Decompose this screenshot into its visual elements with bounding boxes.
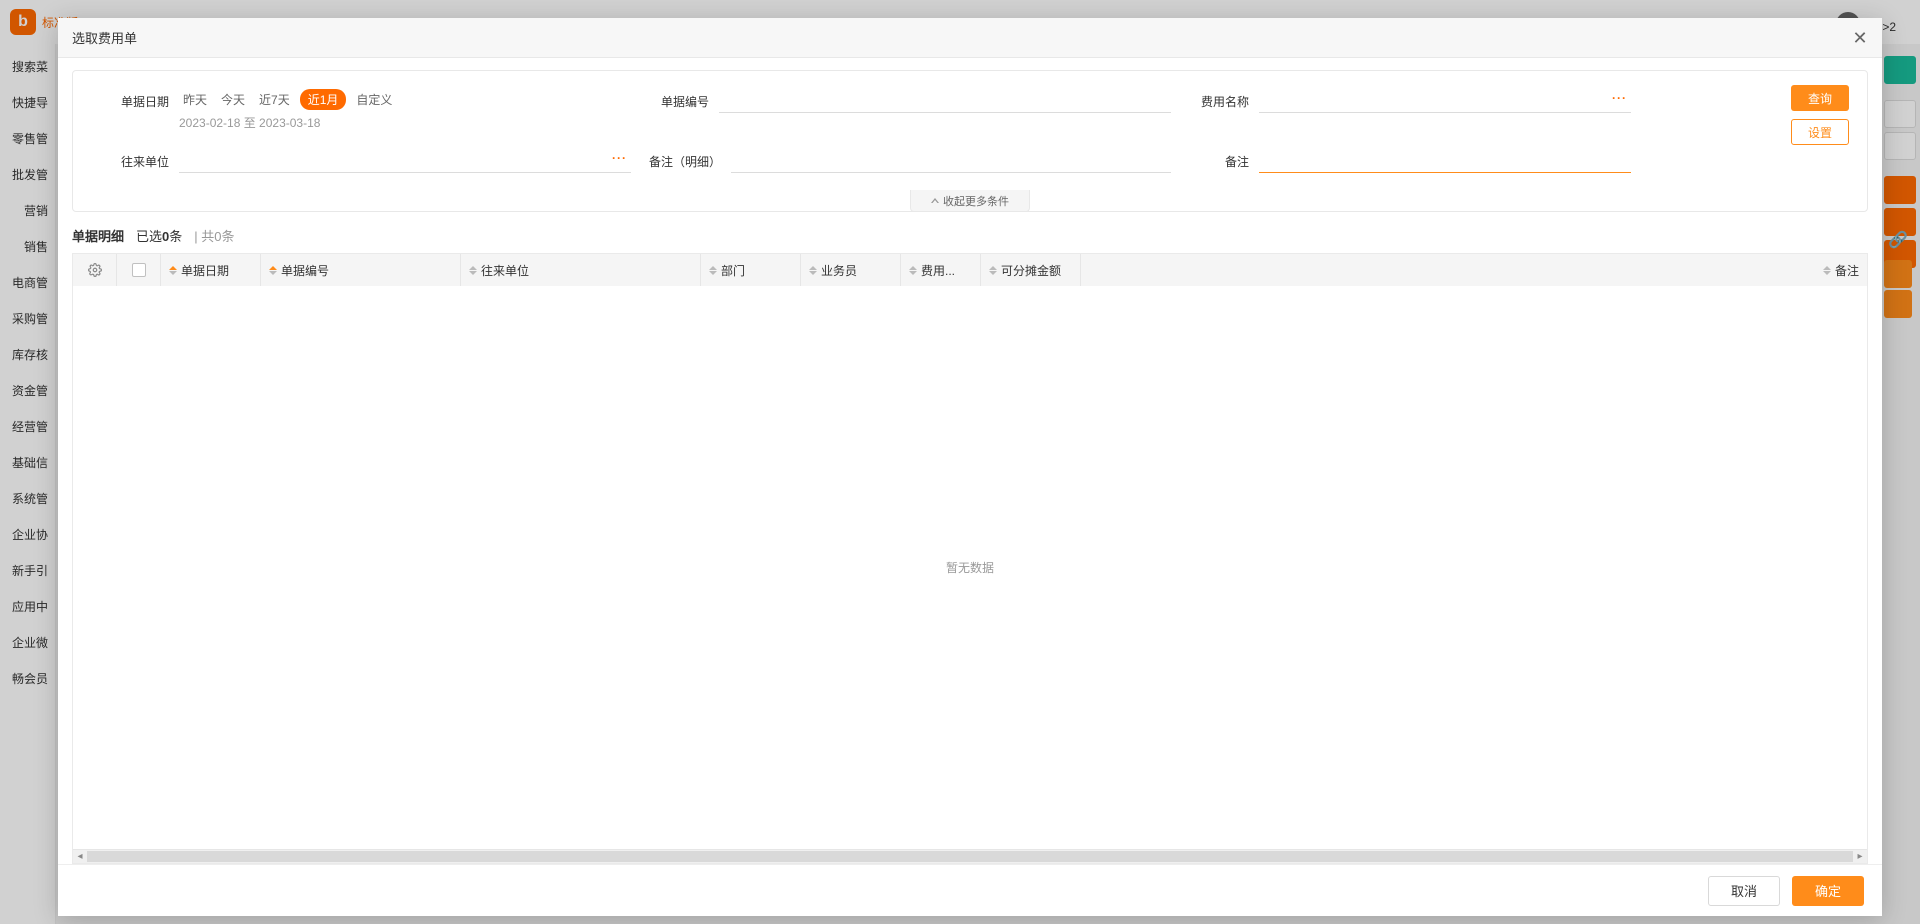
detail-selected: 已选0条 [136,226,182,245]
date-tab-last1m[interactable]: 近1月 [300,89,347,110]
cancel-button[interactable]: 取消 [1708,876,1780,906]
filter-row: 往来单位 ··· 备注（明细） 备注 [91,149,1849,173]
remark-detail-label: 备注（明细） [631,149,731,170]
query-button[interactable]: 查询 [1791,85,1849,111]
sort-icon [269,264,277,276]
table-body: 暂无数据 [73,286,1867,849]
select-fee-modal: 选取费用单 ✕ 查询 设置 单据日期 昨天 今天 [58,18,1882,916]
th-allocatable[interactable]: 可分摊金额 [981,254,1081,286]
detail-title: 单据明细 [72,226,124,245]
filter-row: 单据日期 昨天 今天 近7天 近1月 自定义 2023-02-18 至 2023… [91,89,1849,131]
th-fee[interactable]: 费用... [901,254,981,286]
sort-icon [809,264,817,276]
filter-actions: 查询 设置 [1791,85,1849,145]
sort-icon [909,264,917,276]
collapse-text: 收起更多条件 [943,193,1009,209]
modal-title: 选取费用单 [72,28,137,47]
doc-no-label: 单据编号 [631,89,719,110]
collapse-conditions-button[interactable]: 收起更多条件 [910,190,1030,212]
modal-overlay: 选取费用单 ✕ 查询 设置 单据日期 昨天 今天 [0,0,1920,924]
select-all-checkbox[interactable] [132,263,146,277]
setting-button[interactable]: 设置 [1791,119,1849,145]
date-tab-last7[interactable]: 近7天 [255,89,294,110]
sort-icon [989,264,997,276]
gear-icon [88,263,102,277]
remark-input[interactable] [1259,149,1631,173]
empty-text: 暂无数据 [946,559,994,576]
sort-icon [169,264,177,276]
modal-header: 选取费用单 ✕ [58,18,1882,58]
date-range-text: 2023-02-18 至 2023-03-18 [179,114,631,131]
fee-name-input[interactable] [1259,89,1631,113]
confirm-button[interactable]: 确定 [1792,876,1864,906]
scroll-left-icon[interactable]: ◂ [73,851,87,863]
partner-label: 往来单位 [91,149,179,170]
th-checkbox[interactable] [117,254,161,286]
remark-label: 备注 [1171,149,1259,170]
doc-no-input[interactable] [719,89,1171,113]
th-date[interactable]: 单据日期 [161,254,261,286]
scroll-right-icon[interactable]: ▸ [1853,851,1867,863]
modal-body: 查询 设置 单据日期 昨天 今天 近7天 近1月 自定义 [58,58,1882,864]
date-label: 单据日期 [91,89,179,110]
detail-header: 单据明细 已选0条 | 共0条 [72,226,1868,245]
th-dept[interactable]: 部门 [701,254,801,286]
table: 单据日期 单据编号 往来单位 部门 [72,253,1868,864]
sort-icon [1823,264,1831,276]
fee-name-ellipsis-icon[interactable]: ··· [1608,91,1631,105]
th-partner[interactable]: 往来单位 [461,254,701,286]
chevron-up-icon [931,198,939,203]
th-doc-no[interactable]: 单据编号 [261,254,461,286]
horizontal-scrollbar[interactable]: ◂ ▸ [73,849,1867,863]
date-tab-custom[interactable]: 自定义 [352,89,396,110]
date-tab-today[interactable]: 今天 [217,89,249,110]
modal-footer: 取消 确定 [58,864,1882,916]
partner-ellipsis-icon[interactable]: ··· [608,151,631,165]
table-head: 单据日期 单据编号 往来单位 部门 [73,254,1867,286]
sort-icon [709,264,717,276]
th-sales[interactable]: 业务员 [801,254,901,286]
date-tab-yesterday[interactable]: 昨天 [179,89,211,110]
partner-input[interactable] [179,149,631,173]
date-range-tabs: 昨天 今天 近7天 近1月 自定义 [179,89,631,110]
th-settings[interactable] [73,254,117,286]
detail-total: | 共0条 [194,226,234,245]
close-icon[interactable]: ✕ [1848,26,1872,50]
filter-card: 查询 设置 单据日期 昨天 今天 近7天 近1月 自定义 [72,70,1868,212]
th-remark[interactable]: 备注 [1081,254,1867,286]
sort-icon [469,264,477,276]
fee-name-label: 费用名称 [1171,89,1259,110]
remark-detail-input[interactable] [731,149,1171,173]
